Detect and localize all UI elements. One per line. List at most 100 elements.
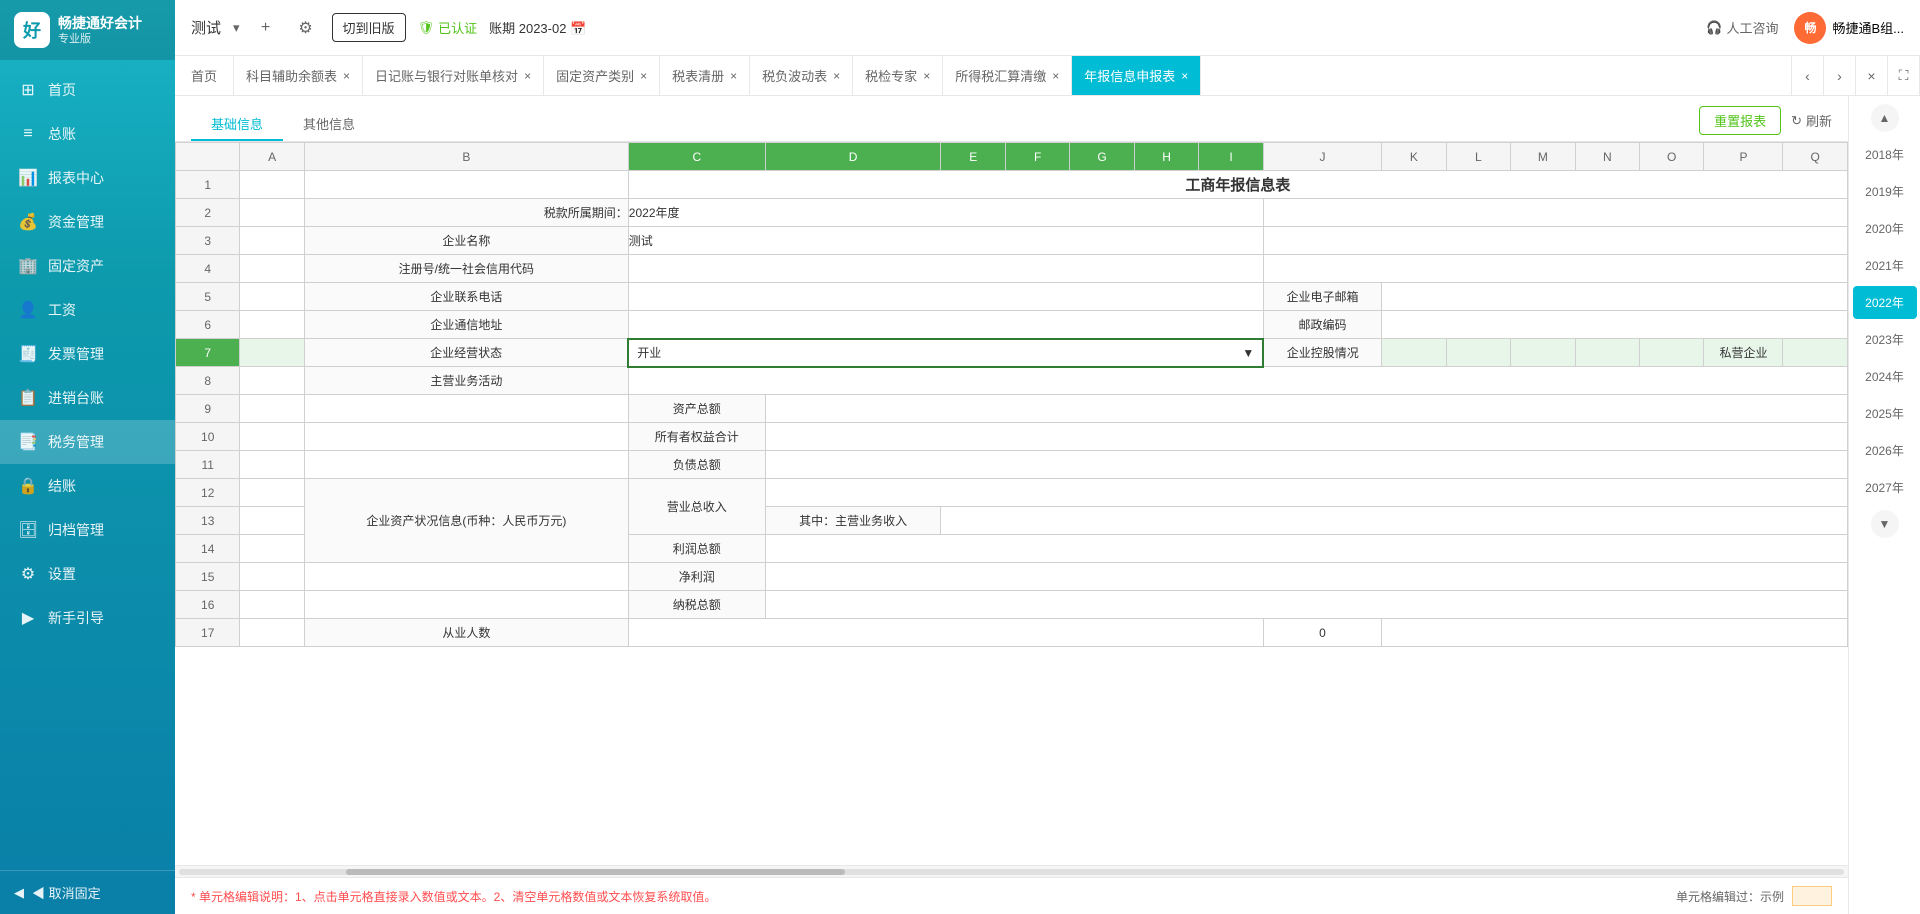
tab-next-button[interactable]: › [1824,56,1856,96]
col-header-f[interactable]: F [1005,143,1069,171]
tab-close-inspection[interactable]: × [923,69,930,83]
tab-close-fixed[interactable]: × [640,69,647,83]
sidebar-item-home[interactable]: ⊞ 首页 [0,68,175,112]
cell-11d[interactable] [765,451,1847,479]
tab-close-schedule[interactable]: × [730,69,737,83]
tab-close-incometax[interactable]: × [1052,69,1059,83]
cell-8c[interactable] [628,367,1847,395]
sidebar-item-archive[interactable]: 🗄 归档管理 [0,508,175,552]
spreadsheet-wrapper[interactable]: A B C D E F G H I J K L M [175,142,1848,865]
cell-2j[interactable] [1263,199,1847,227]
cell-17j[interactable]: 0 [1263,619,1381,647]
year-2018[interactable]: 2018年 [1853,138,1917,171]
cell-4j[interactable] [1263,255,1847,283]
tab-fixed-assets[interactable]: 固定资产类别 × [544,56,660,96]
cell-14a[interactable] [240,535,304,563]
operating-status-dropdown[interactable]: 开业 ▼ [629,340,1262,366]
cell-17b[interactable]: 从业人数 [304,619,628,647]
year-2019[interactable]: 2019年 [1853,175,1917,208]
cell-5c[interactable] [628,283,1263,311]
tab-income-tax[interactable]: 所得税汇算清缴 × [943,56,1072,96]
cell-4c[interactable] [628,255,1263,283]
cell-16d[interactable] [765,591,1847,619]
cell-10c[interactable]: 所有者权益合计 [628,423,765,451]
cell-7m[interactable] [1511,339,1575,367]
old-version-button[interactable]: 切到旧版 [332,13,406,42]
cell-5a[interactable] [240,283,304,311]
cell-15d[interactable] [765,563,1847,591]
tab-fullscreen-button[interactable]: ⛶ [1888,56,1920,96]
cell-9c[interactable]: 资产总额 [628,395,765,423]
sidebar-item-assets[interactable]: 🏢 固定资产 [0,244,175,288]
cell-16b[interactable] [304,591,628,619]
col-header-q[interactable]: Q [1783,143,1848,171]
sidebar-item-invoice[interactable]: 🧾 发票管理 [0,332,175,376]
tab-tax-fluctuation[interactable]: 税负波动表 × [750,56,853,96]
cell-11c[interactable]: 负债总额 [628,451,765,479]
sidebar-item-guide[interactable]: ▶ 新手引导 [0,596,175,640]
tab-home[interactable]: 首页 [175,56,234,96]
tab-close-all-button[interactable]: × [1856,56,1888,96]
col-header-m[interactable]: M [1511,143,1575,171]
cell-17k[interactable] [1382,619,1848,647]
cell-2b[interactable]: 税款所属期间： [304,199,628,227]
col-header-g[interactable]: G [1070,143,1134,171]
add-tab-button[interactable]: + [252,14,280,42]
cell-6c[interactable] [628,311,1263,339]
col-header-a[interactable]: A [240,143,304,171]
tab-close-annual[interactable]: × [1181,69,1188,83]
year-nav-down[interactable]: ▼ [1871,510,1899,538]
cell-14c[interactable]: 利润总额 [628,535,765,563]
cell-15b[interactable] [304,563,628,591]
cell-4b[interactable]: 注册号/统一社会信用代码 [304,255,628,283]
reset-button[interactable]: 重置报表 [1699,106,1781,135]
cell-3c[interactable]: 测试 [628,227,1263,255]
cell-7o[interactable] [1640,339,1704,367]
cell-9a[interactable] [240,395,304,423]
refresh-button[interactable]: ↻ 刷新 [1791,111,1832,130]
cell-6b[interactable]: 企业通信地址 [304,311,628,339]
col-header-n[interactable]: N [1575,143,1639,171]
cell-7c-dropdown[interactable]: 开业 ▼ [628,339,1263,367]
cell-6k[interactable] [1382,311,1848,339]
cell-4a[interactable] [240,255,304,283]
cell-12a[interactable] [240,479,304,507]
col-header-l[interactable]: L [1446,143,1510,171]
cell-3j[interactable] [1263,227,1847,255]
sidebar-item-close[interactable]: 🔒 结账 [0,464,175,508]
cell-7n[interactable] [1575,339,1639,367]
year-2026[interactable]: 2026年 [1853,434,1917,467]
cell-9b[interactable] [304,395,628,423]
tab-annual-report[interactable]: 年报信息申报表 × [1072,56,1201,96]
cell-17a[interactable] [240,619,304,647]
cell-3b[interactable]: 企业名称 [304,227,628,255]
tab-close-bankreconcile[interactable]: × [524,69,531,83]
app-dropdown-icon[interactable]: ▾ [233,20,240,36]
cell-5j[interactable]: 企业电子邮箱 [1263,283,1381,311]
col-header-p[interactable]: P [1704,143,1783,171]
cell-10a[interactable] [240,423,304,451]
cell-11b[interactable] [304,451,628,479]
cell-6j[interactable]: 邮政编码 [1263,311,1381,339]
sidebar-item-ledger[interactable]: ≡ 总账 [0,112,175,156]
year-2021[interactable]: 2021年 [1853,249,1917,282]
year-2023[interactable]: 2023年 [1853,323,1917,356]
tab-close-subject[interactable]: × [343,69,350,83]
cell-5k[interactable] [1382,283,1848,311]
cell-15c[interactable]: 净利润 [628,563,765,591]
col-header-b[interactable]: B [304,143,628,171]
cell-1b[interactable] [304,171,628,199]
cell-11a[interactable] [240,451,304,479]
cell-7l[interactable] [1446,339,1510,367]
sub-tab-basic[interactable]: 基础信息 [191,108,283,141]
col-header-j[interactable]: J [1263,143,1381,171]
cell-9d[interactable] [765,395,1847,423]
cell-5b[interactable]: 企业联系电话 [304,283,628,311]
tab-subject[interactable]: 科目辅助余额表 × [234,56,363,96]
tab-prev-button[interactable]: ‹ [1792,56,1824,96]
cell-17c[interactable] [628,619,1263,647]
col-header-c[interactable]: C [628,143,765,171]
cell-7j[interactable]: 企业控股情况 [1263,339,1381,367]
cell-10d[interactable] [765,423,1847,451]
cell-10b[interactable] [304,423,628,451]
